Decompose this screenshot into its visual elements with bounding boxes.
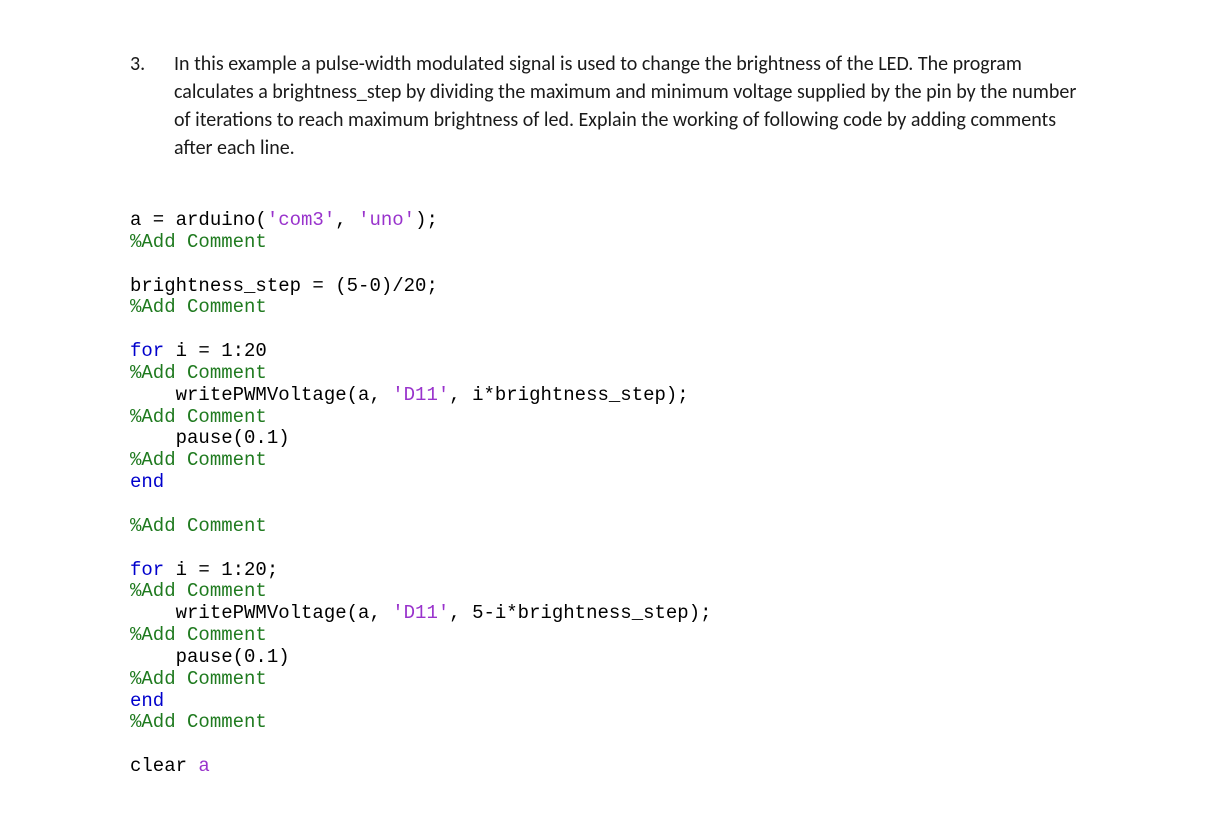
code-comment-18: %Add Comment [130, 580, 267, 602]
code-line-21: pause(0.1) [130, 646, 290, 668]
code-string-d11-2: 'D11' [392, 602, 449, 624]
code-line-1-c: , [335, 209, 358, 231]
code-keyword-end-13: end [130, 471, 164, 493]
code-comment-8: %Add Comment [130, 362, 267, 384]
code-comment-2: %Add Comment [130, 231, 267, 253]
code-comment-24: %Add Comment [130, 711, 267, 733]
code-line-19c: , 5-i*brightness_step); [449, 602, 711, 624]
code-line-11: pause(0.1) [130, 427, 290, 449]
code-line-4: brightness_step = (5-0)/20; [130, 275, 438, 297]
code-comment-12: %Add Comment [130, 449, 267, 471]
code-line-26a: clear [130, 755, 198, 777]
code-block: a = arduino('com3', 'uno'); %Add Comment… [130, 210, 1080, 778]
code-line-17b: i = 1:20; [164, 559, 278, 581]
code-string-uno: 'uno' [358, 209, 415, 231]
code-keyword-end-23: end [130, 690, 164, 712]
code-comment-20: %Add Comment [130, 624, 267, 646]
code-comment-15: %Add Comment [130, 515, 267, 537]
code-string-d11-1: 'D11' [392, 384, 449, 406]
code-string-com3: 'com3' [267, 209, 335, 231]
code-line-1-a: a = arduino( [130, 209, 267, 231]
code-comment-10: %Add Comment [130, 406, 267, 428]
code-line-9c: , i*brightness_step); [449, 384, 688, 406]
question-text: In this example a pulse-width modulated … [174, 50, 1080, 162]
code-line-19a: writePWMVoltage(a, [130, 602, 392, 624]
code-line-7b: i = 1:20 [164, 340, 267, 362]
question-block: 3. In this example a pulse-width modulat… [130, 50, 1080, 162]
code-var-a: a [198, 755, 209, 777]
code-keyword-for-17: for [130, 559, 164, 581]
code-line-1-e: ); [415, 209, 438, 231]
code-keyword-for-7: for [130, 340, 164, 362]
question-number: 3. [130, 50, 174, 162]
code-line-9a: writePWMVoltage(a, [130, 384, 392, 406]
code-comment-22: %Add Comment [130, 668, 267, 690]
code-comment-5: %Add Comment [130, 296, 267, 318]
